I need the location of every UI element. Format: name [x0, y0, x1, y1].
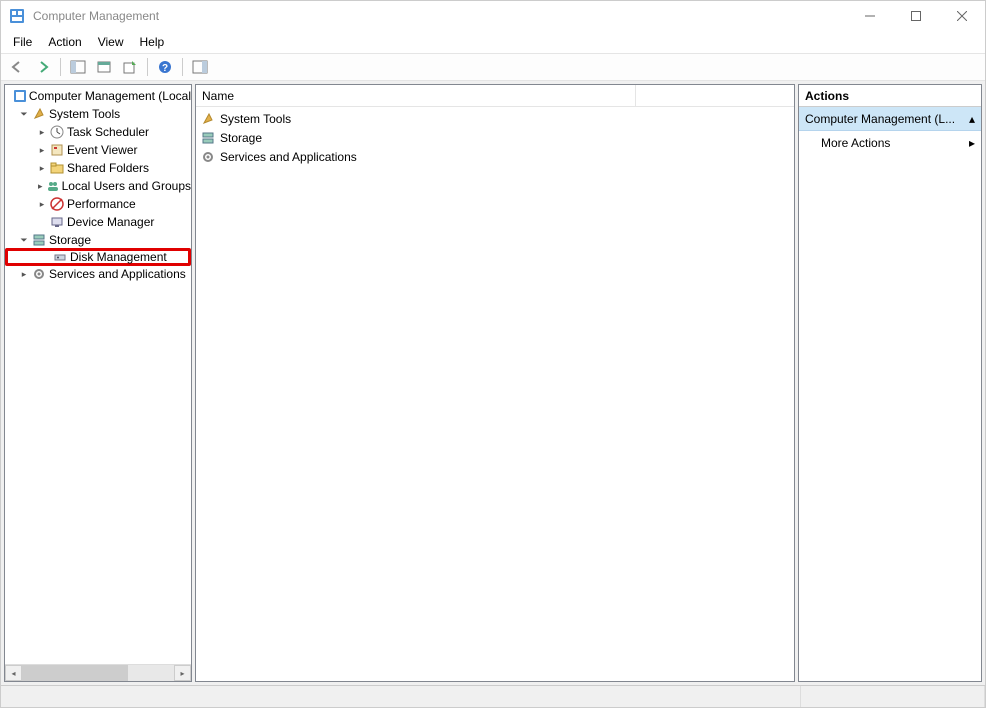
window-controls	[847, 1, 985, 31]
collapse-icon: ▴	[969, 112, 975, 126]
status-segment	[801, 686, 985, 707]
tree-pane: Computer Management (Local ⏷ System Tool…	[4, 84, 192, 682]
tree-device-manager[interactable]: Device Manager	[5, 213, 191, 231]
status-segment	[1, 686, 801, 707]
shared-folders-icon	[49, 160, 65, 176]
tree-label: System Tools	[49, 107, 120, 121]
minimize-button[interactable]	[847, 1, 893, 31]
svg-text:?: ?	[162, 63, 168, 74]
menubar: File Action View Help	[1, 31, 985, 53]
tree-local-users-groups[interactable]: ▸ Local Users and Groups	[5, 177, 191, 195]
tree-root[interactable]: Computer Management (Local	[5, 87, 191, 105]
event-viewer-icon	[49, 142, 65, 158]
tree-label: Storage	[49, 233, 91, 247]
chevron-right-icon[interactable]: ▸	[35, 179, 46, 193]
services-icon	[200, 149, 216, 165]
list-item-services[interactable]: Services and Applications	[196, 147, 794, 166]
menu-help[interactable]: Help	[132, 33, 173, 51]
column-header-name[interactable]: Name	[196, 85, 636, 106]
tree-horizontal-scrollbar[interactable]: ◂ ▸	[5, 664, 191, 681]
disk-management-icon	[52, 249, 68, 265]
tree-services-applications[interactable]: ▸ Services and Applications	[5, 265, 191, 283]
system-tools-icon	[31, 106, 47, 122]
chevron-down-icon[interactable]: ⏷	[17, 233, 31, 247]
export-list-button[interactable]	[118, 56, 142, 78]
list-item-label: Storage	[220, 131, 262, 145]
scroll-track[interactable]	[22, 665, 174, 681]
tree-system-tools[interactable]: ⏷ System Tools	[5, 105, 191, 123]
app-icon	[9, 8, 25, 24]
tree-root-label: Computer Management (Local	[29, 89, 191, 103]
chevron-down-icon[interactable]: ⏷	[17, 107, 31, 121]
back-button[interactable]	[5, 56, 29, 78]
storage-icon	[31, 232, 47, 248]
menu-view[interactable]: View	[90, 33, 132, 51]
tree-label: Services and Applications	[49, 267, 186, 281]
tree-event-viewer[interactable]: ▸ Event Viewer	[5, 141, 191, 159]
storage-icon	[200, 130, 216, 146]
tree-label: Device Manager	[67, 215, 154, 229]
actions-pane: Actions Computer Management (L... ▴ More…	[798, 84, 982, 682]
services-icon	[31, 266, 47, 282]
tree-label: Local Users and Groups	[62, 179, 191, 193]
list-body[interactable]: System Tools Storage Services and Applic…	[196, 107, 794, 681]
statusbar	[1, 685, 985, 707]
close-button[interactable]	[939, 1, 985, 31]
chevron-right-icon: ▸	[969, 136, 975, 150]
scroll-left-button[interactable]: ◂	[5, 665, 22, 681]
list-item-label: Services and Applications	[220, 150, 357, 164]
actions-pane-title: Actions	[799, 85, 981, 107]
list-item-storage[interactable]: Storage	[196, 128, 794, 147]
system-tools-icon	[200, 111, 216, 127]
toolbar-sep	[182, 58, 183, 76]
window-title: Computer Management	[33, 9, 847, 23]
performance-icon	[49, 196, 65, 212]
main-content: Computer Management (Local ⏷ System Tool…	[1, 81, 985, 685]
clock-icon	[49, 124, 65, 140]
tree-label: Shared Folders	[67, 161, 149, 175]
tree-label: Event Viewer	[67, 143, 137, 157]
computer-management-icon	[13, 88, 27, 104]
toolbar-sep	[60, 58, 61, 76]
chevron-right-icon[interactable]: ▸	[35, 143, 49, 157]
properties-button[interactable]	[92, 56, 116, 78]
help-button[interactable]: ?	[153, 56, 177, 78]
show-actions-pane-button[interactable]	[188, 56, 212, 78]
actions-more-actions[interactable]: More Actions ▸	[799, 131, 981, 155]
chevron-right-icon[interactable]: ▸	[35, 161, 49, 175]
toolbar-sep	[147, 58, 148, 76]
chevron-right-icon[interactable]: ▸	[35, 125, 49, 139]
menu-file[interactable]: File	[5, 33, 40, 51]
actions-group-header[interactable]: Computer Management (L... ▴	[799, 107, 981, 131]
list-item-system-tools[interactable]: System Tools	[196, 109, 794, 128]
list-pane: Name System Tools Storage Services and A…	[195, 84, 795, 682]
tree-label: Performance	[67, 197, 136, 211]
actions-group-label: Computer Management (L...	[805, 112, 955, 126]
users-icon	[46, 178, 60, 194]
tree-shared-folders[interactable]: ▸ Shared Folders	[5, 159, 191, 177]
device-manager-icon	[49, 214, 65, 230]
chevron-right-icon[interactable]: ▸	[17, 267, 31, 281]
menu-action[interactable]: Action	[40, 33, 89, 51]
toolbar: ?	[1, 53, 985, 81]
show-hide-tree-button[interactable]	[66, 56, 90, 78]
tree-disk-management[interactable]: Disk Management	[5, 248, 191, 266]
scroll-right-button[interactable]: ▸	[174, 665, 191, 681]
tree-storage[interactable]: ⏷ Storage	[5, 231, 191, 249]
titlebar: Computer Management	[1, 1, 985, 31]
actions-item-label: More Actions	[821, 136, 890, 150]
tree-task-scheduler[interactable]: ▸ Task Scheduler	[5, 123, 191, 141]
scroll-thumb[interactable]	[22, 665, 128, 681]
maximize-button[interactable]	[893, 1, 939, 31]
column-header-empty[interactable]	[636, 85, 794, 106]
tree-label: Task Scheduler	[67, 125, 149, 139]
list-item-label: System Tools	[220, 112, 291, 126]
forward-button[interactable]	[31, 56, 55, 78]
tree-performance[interactable]: ▸ Performance	[5, 195, 191, 213]
list-header: Name	[196, 85, 794, 107]
chevron-right-icon[interactable]: ▸	[35, 197, 49, 211]
console-tree[interactable]: Computer Management (Local ⏷ System Tool…	[5, 85, 191, 664]
tree-label: Disk Management	[70, 250, 167, 264]
